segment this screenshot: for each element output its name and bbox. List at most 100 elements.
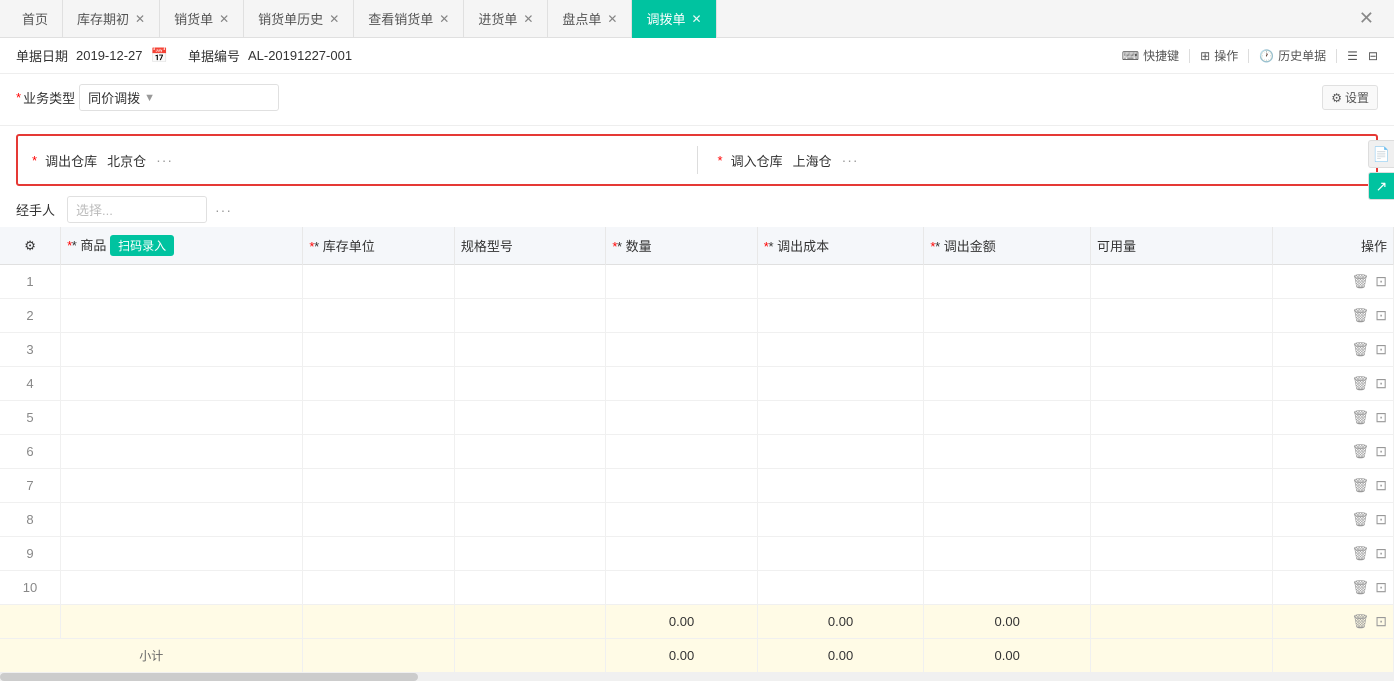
cell-quantity-7[interactable] <box>606 469 757 503</box>
cell-quantity-1[interactable] <box>606 265 757 299</box>
cell-spec-7[interactable] <box>454 469 605 503</box>
cell-spec-1[interactable] <box>454 265 605 299</box>
cell-amount-6[interactable] <box>924 435 1091 469</box>
grid-view-button[interactable]: ⊟ <box>1368 49 1378 63</box>
cell-product-6[interactable] <box>61 435 303 469</box>
cell-unit-8[interactable] <box>303 503 454 537</box>
cell-amount-4[interactable] <box>924 367 1091 401</box>
cell-quantity-10[interactable] <box>606 571 757 605</box>
tab-sales-order[interactable]: 销货单 ✕ <box>160 0 244 38</box>
cell-quantity-9[interactable] <box>606 537 757 571</box>
cell-spec-4[interactable] <box>454 367 605 401</box>
cell-cost-7[interactable] <box>757 469 924 503</box>
close-purchase-order-tab[interactable]: ✕ <box>523 12 533 26</box>
th-gear[interactable]: ⚙ <box>0 227 61 265</box>
copy-icon-10[interactable]: ⊡ <box>1375 579 1387 596</box>
cell-amount-3[interactable] <box>924 333 1091 367</box>
cell-product-9[interactable] <box>61 537 303 571</box>
delete-icon-1[interactable]: 🗑 <box>1351 273 1369 290</box>
close-sales-history-tab[interactable]: ✕ <box>329 12 339 26</box>
window-close-button[interactable]: ✕ <box>1347 8 1386 29</box>
delete-icon-2[interactable]: 🗑 <box>1351 307 1369 324</box>
warehouse-out-more-button[interactable]: ··· <box>156 152 173 168</box>
cell-spec-2[interactable] <box>454 299 605 333</box>
delete-icon-8[interactable]: 🗑 <box>1351 511 1369 528</box>
cell-product-10[interactable] <box>61 571 303 605</box>
tab-transfer[interactable]: 调拨单 ✕ <box>632 0 716 38</box>
settings-button[interactable]: ⚙ 设置 <box>1322 85 1378 110</box>
tab-stocktake[interactable]: 盘点单 ✕ <box>548 0 632 38</box>
cell-amount-1[interactable] <box>924 265 1091 299</box>
cell-unit-6[interactable] <box>303 435 454 469</box>
cell-unit-4[interactable] <box>303 367 454 401</box>
scan-button[interactable]: 扫码录入 <box>110 235 174 256</box>
tab-sales-history[interactable]: 销货单历史 ✕ <box>244 0 354 38</box>
calendar-icon[interactable]: 📅 <box>151 47 168 64</box>
tab-inventory-init[interactable]: 库存期初 ✕ <box>63 0 160 38</box>
warehouse-in-value[interactable]: 上海仓 <box>793 151 832 170</box>
cell-product-1[interactable] <box>61 265 303 299</box>
cell-cost-4[interactable] <box>757 367 924 401</box>
horizontal-scrollbar[interactable] <box>0 673 1394 681</box>
cell-amount-10[interactable] <box>924 571 1091 605</box>
delete-icon-4[interactable]: 🗑 <box>1351 375 1369 392</box>
shortcut-button[interactable]: ⌨ 快捷键 <box>1122 47 1179 64</box>
table-gear-icon[interactable]: ⚙ <box>24 238 36 253</box>
copy-icon-1[interactable]: ⊡ <box>1375 273 1387 290</box>
cell-cost-3[interactable] <box>757 333 924 367</box>
tab-view-sales[interactable]: 查看销货单 ✕ <box>354 0 464 38</box>
cell-unit-7[interactable] <box>303 469 454 503</box>
copy-icon-7[interactable]: ⊡ <box>1375 477 1387 494</box>
cell-amount-7[interactable] <box>924 469 1091 503</box>
tab-home[interactable]: 首页 <box>8 0 63 38</box>
cell-product-8[interactable] <box>61 503 303 537</box>
cell-cost-1[interactable] <box>757 265 924 299</box>
delete-icon-3[interactable]: 🗑 <box>1351 341 1369 358</box>
delete-icon-11[interactable]: 🗑 <box>1351 613 1369 630</box>
operator-select[interactable]: 选择... <box>67 196 207 223</box>
delete-icon-6[interactable]: 🗑 <box>1351 443 1369 460</box>
cell-unit-2[interactable] <box>303 299 454 333</box>
close-sales-order-tab[interactable]: ✕ <box>219 12 229 26</box>
cell-unit-5[interactable] <box>303 401 454 435</box>
warehouse-out-value[interactable]: 北京仓 <box>107 151 146 170</box>
cell-product-7[interactable] <box>61 469 303 503</box>
delete-icon-9[interactable]: 🗑 <box>1351 545 1369 562</box>
cell-quantity-5[interactable] <box>606 401 757 435</box>
cell-cost-6[interactable] <box>757 435 924 469</box>
business-type-select[interactable]: 同价调拨 ▼ <box>79 84 279 111</box>
close-stocktake-tab[interactable]: ✕ <box>607 12 617 26</box>
cell-spec-11[interactable] <box>454 605 605 639</box>
cell-amount-2[interactable] <box>924 299 1091 333</box>
cell-spec-8[interactable] <box>454 503 605 537</box>
delete-icon-7[interactable]: 🗑 <box>1351 477 1369 494</box>
cell-unit-10[interactable] <box>303 571 454 605</box>
operation-button[interactable]: ⊞ 操作 <box>1200 47 1238 64</box>
sidebar-expand-tab[interactable]: ↗ <box>1368 172 1394 200</box>
copy-icon-5[interactable]: ⊡ <box>1375 409 1387 426</box>
cell-spec-10[interactable] <box>454 571 605 605</box>
cell-unit-1[interactable] <box>303 265 454 299</box>
business-type-dropdown-arrow[interactable]: ▼ <box>144 92 155 104</box>
list-view-button[interactable]: ☰ <box>1347 49 1358 63</box>
cell-quantity-6[interactable] <box>606 435 757 469</box>
date-value[interactable]: 2019-12-27 <box>76 48 143 63</box>
operator-more-button[interactable]: ··· <box>215 202 232 218</box>
close-transfer-tab[interactable]: ✕ <box>692 12 702 26</box>
copy-icon-2[interactable]: ⊡ <box>1375 307 1387 324</box>
warehouse-in-more-button[interactable]: ··· <box>842 152 859 168</box>
cell-spec-9[interactable] <box>454 537 605 571</box>
cell-amount-9[interactable] <box>924 537 1091 571</box>
sidebar-doc-tab[interactable]: 📄 <box>1368 140 1394 168</box>
cell-cost-9[interactable] <box>757 537 924 571</box>
cell-product-3[interactable] <box>61 333 303 367</box>
delete-icon-10[interactable]: 🗑 <box>1351 579 1369 596</box>
cell-product-5[interactable] <box>61 401 303 435</box>
cell-amount-5[interactable] <box>924 401 1091 435</box>
cell-cost-10[interactable] <box>757 571 924 605</box>
copy-icon-8[interactable]: ⊡ <box>1375 511 1387 528</box>
cell-cost-8[interactable] <box>757 503 924 537</box>
copy-icon-9[interactable]: ⊡ <box>1375 545 1387 562</box>
tab-purchase-order[interactable]: 进货单 ✕ <box>464 0 548 38</box>
copy-icon-6[interactable]: ⊡ <box>1375 443 1387 460</box>
